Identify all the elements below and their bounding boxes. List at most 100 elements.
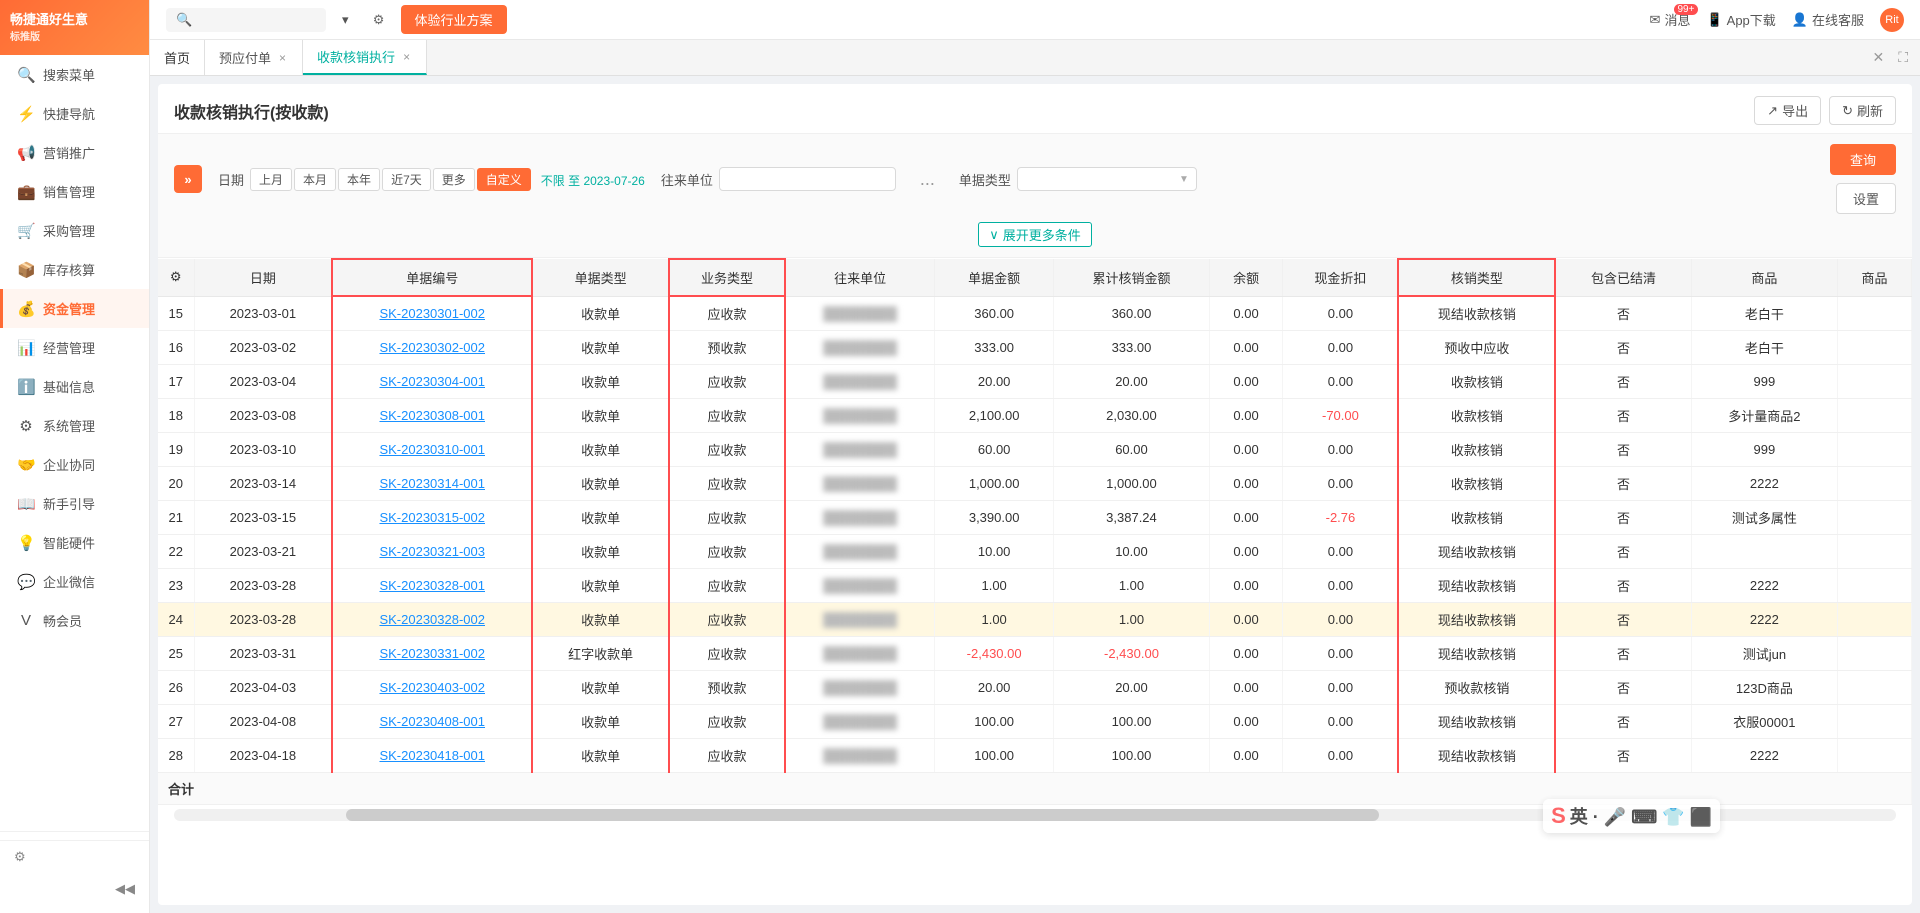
- filter-more-dots[interactable]: ...: [912, 169, 943, 190]
- tab-prepayment-close[interactable]: ×: [277, 50, 288, 66]
- doc-no-link[interactable]: SK-20230315-002: [379, 510, 485, 525]
- online-service-btn[interactable]: 👤 在线客服: [1792, 10, 1864, 29]
- table-row: 17 2023-03-04 SK-20230304-001 收款单 应收款 ██…: [158, 365, 1912, 399]
- cell-date: 2023-04-18: [194, 739, 332, 773]
- sidebar-item-14[interactable]: V畅会员: [0, 601, 149, 640]
- cell-doc-no: SK-20230308-001: [332, 399, 532, 433]
- filter-settings-button[interactable]: 设置: [1836, 183, 1896, 214]
- sidebar-item-6[interactable]: 💰资金管理: [0, 289, 149, 328]
- tab-close-all-icon[interactable]: ✕: [1868, 45, 1888, 70]
- cell-product2: [1838, 535, 1912, 569]
- tab-expand-icon[interactable]: ⛶: [1894, 45, 1912, 70]
- doc-no-link[interactable]: SK-20230304-001: [379, 374, 485, 389]
- message-badge: 99+: [1674, 4, 1699, 15]
- date-btn-this-year[interactable]: 本年: [338, 168, 380, 191]
- solution-button[interactable]: 体验行业方案: [401, 5, 507, 34]
- message-btn[interactable]: ✉ 消息 99+: [1650, 10, 1691, 29]
- sidebar-item-5[interactable]: 📦库存核算: [0, 250, 149, 289]
- date-filter: 日期 上月 本月 本年 近7天 更多 自定义 不限 至 2023-07-26: [218, 168, 645, 191]
- cell-writeoff-type: 现结收款核销: [1398, 569, 1555, 603]
- doc-no-link[interactable]: SK-20230418-001: [379, 748, 485, 763]
- th-balance[interactable]: 余额: [1209, 259, 1283, 296]
- topbar-dropdown[interactable]: ▾: [334, 8, 357, 32]
- date-btn-7days[interactable]: 近7天: [382, 168, 431, 191]
- doc-no-link[interactable]: SK-20230308-001: [379, 408, 485, 423]
- cell-included: 否: [1555, 501, 1691, 535]
- sidebar-bottom: ⚙ ◀◀: [0, 831, 149, 913]
- sidebar-item-4[interactable]: 🛒采购管理: [0, 211, 149, 250]
- tab-home[interactable]: 首页: [150, 40, 205, 75]
- receipt-type-select[interactable]: [1017, 167, 1197, 191]
- th-total-writeoff[interactable]: 累计核销金额: [1054, 259, 1209, 296]
- th-cash-discount[interactable]: 现金折扣: [1283, 259, 1398, 296]
- th-writeoff-type[interactable]: 核销类型: [1398, 259, 1555, 296]
- tab-writeoff[interactable]: 收款核销执行 ×: [303, 40, 427, 75]
- cell-product1: 999: [1691, 365, 1837, 399]
- cell-cash-discount: -2.76: [1283, 501, 1398, 535]
- th-included[interactable]: 包含已结清: [1555, 259, 1691, 296]
- doc-no-link[interactable]: SK-20230328-002: [379, 612, 485, 627]
- tab-prepayment[interactable]: 预应付单 ×: [205, 40, 303, 75]
- th-date[interactable]: 日期: [194, 259, 332, 296]
- app-download-btn[interactable]: 📱 App下载: [1706, 10, 1775, 29]
- th-product1[interactable]: 商品: [1691, 259, 1837, 296]
- doc-no-link[interactable]: SK-20230301-002: [379, 306, 485, 321]
- partner-input[interactable]: [719, 167, 896, 191]
- doc-no-link[interactable]: SK-20230310-001: [379, 442, 485, 457]
- sidebar-item-1[interactable]: ⚡快捷导航: [0, 94, 149, 133]
- date-btn-last-month[interactable]: 上月: [250, 168, 292, 191]
- horizontal-scrollbar[interactable]: [158, 805, 1912, 825]
- sidebar-icon-12: 💡: [17, 534, 35, 552]
- doc-no-link[interactable]: SK-20230408-001: [379, 714, 485, 729]
- sidebar-item-11[interactable]: 📖新手引导: [0, 484, 149, 523]
- doc-no-link[interactable]: SK-20230321-003: [379, 544, 485, 559]
- date-btn-this-month[interactable]: 本月: [294, 168, 336, 191]
- sidebar-label-2: 营销推广: [43, 143, 95, 162]
- cell-doc-type: 收款单: [532, 331, 669, 365]
- sidebar-icon-6: 💰: [17, 300, 35, 318]
- cell-amount: 2,100.00: [935, 399, 1054, 433]
- sidebar-item-3[interactable]: 💼销售管理: [0, 172, 149, 211]
- date-btn-custom[interactable]: 自定义: [477, 168, 531, 191]
- th-settings[interactable]: ⚙: [158, 259, 194, 296]
- sidebar-settings-item[interactable]: ⚙: [0, 840, 149, 873]
- sidebar-item-13[interactable]: 💬企业微信: [0, 562, 149, 601]
- th-partner[interactable]: 往来单位: [785, 259, 934, 296]
- doc-no-link[interactable]: SK-20230331-002: [379, 646, 485, 661]
- doc-no-link[interactable]: SK-20230328-001: [379, 578, 485, 593]
- th-biz-type[interactable]: 业务类型: [669, 259, 785, 296]
- doc-no-link[interactable]: SK-20230403-002: [379, 680, 485, 695]
- cell-partner: ████████: [785, 501, 934, 535]
- sidebar-item-10[interactable]: 🤝企业协同: [0, 445, 149, 484]
- sidebar-item-8[interactable]: ℹ️基础信息: [0, 367, 149, 406]
- cell-included: 否: [1555, 399, 1691, 433]
- sidebar-label-12: 智能硬件: [43, 533, 95, 552]
- sidebar-item-12[interactable]: 💡 智能硬件: [0, 523, 149, 562]
- tab-writeoff-close[interactable]: ×: [401, 49, 412, 65]
- filter-toggle-button[interactable]: »: [174, 165, 202, 193]
- tab-home-label: 首页: [164, 48, 190, 67]
- refresh-button[interactable]: ↻ 刷新: [1829, 96, 1896, 125]
- sidebar-collapse-btn[interactable]: ◀◀: [0, 873, 149, 905]
- topbar-left: 🔍 ▾ ⚙ 体验行业方案: [166, 5, 1638, 34]
- expand-conditions-button[interactable]: ∨ 展开更多条件: [978, 222, 1092, 247]
- topbar-search[interactable]: 🔍: [166, 8, 326, 32]
- date-btn-more[interactable]: 更多: [433, 168, 475, 191]
- expand-icon: ∨: [989, 227, 999, 243]
- export-button[interactable]: ↗ 导出: [1754, 96, 1821, 125]
- topbar-gear-btn[interactable]: ⚙: [365, 6, 393, 34]
- doc-no-link[interactable]: SK-20230302-002: [379, 340, 485, 355]
- th-doc-type[interactable]: 单据类型: [532, 259, 669, 296]
- topbar-right: ✉ 消息 99+ 📱 App下载 👤 在线客服 Rit: [1650, 8, 1904, 32]
- sidebar-item-7[interactable]: 📊经营管理: [0, 328, 149, 367]
- sidebar-item-9[interactable]: ⚙系统管理: [0, 406, 149, 445]
- user-avatar[interactable]: Rit: [1880, 8, 1904, 32]
- th-doc-no[interactable]: 单据编号: [332, 259, 532, 296]
- cell-writeoff-type: 现结收款核销: [1398, 603, 1555, 637]
- sidebar-item-2[interactable]: 📢营销推广: [0, 133, 149, 172]
- doc-no-link[interactable]: SK-20230314-001: [379, 476, 485, 491]
- sidebar-item-0[interactable]: 🔍搜索菜单: [0, 55, 149, 94]
- th-product2[interactable]: 商品: [1838, 259, 1912, 296]
- th-amount[interactable]: 单据金额: [935, 259, 1054, 296]
- query-button[interactable]: 查询: [1830, 144, 1896, 175]
